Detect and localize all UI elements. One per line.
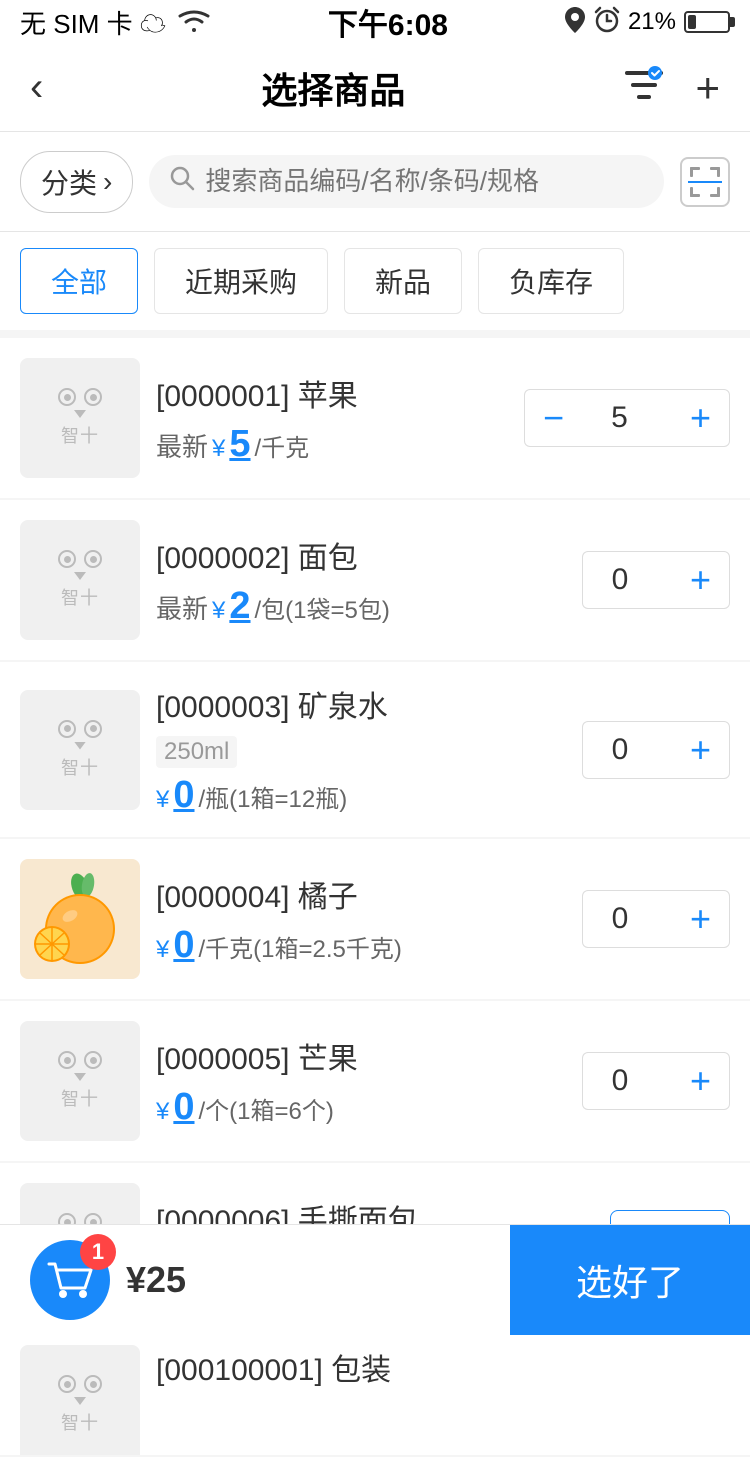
wifi-icon bbox=[176, 6, 212, 39]
tab-negative[interactable]: 负库存 bbox=[478, 248, 624, 314]
plus-button[interactable]: + bbox=[672, 1052, 730, 1110]
product-qty: + bbox=[582, 721, 730, 779]
status-right: 21% bbox=[564, 5, 730, 40]
confirm-button[interactable]: 选好了 bbox=[510, 1225, 750, 1335]
qty-input[interactable] bbox=[582, 389, 672, 447]
add-button[interactable]: + bbox=[695, 64, 720, 112]
plus-button[interactable]: + bbox=[672, 551, 730, 609]
list-item: 智十 [0000001] 苹果 最新 ¥ 5 /千克 − + bbox=[0, 338, 750, 498]
product-name: [0000001] 苹果 bbox=[156, 371, 508, 415]
status-bar: 无 SIM 卡 ☁ 下午6:08 21% bbox=[0, 0, 750, 44]
product-info: [0000003] 矿泉水 250ml ¥ 0 /瓶(1箱=12瓶) bbox=[140, 682, 582, 817]
bottom-bar: 1 ¥25 选好了 bbox=[0, 1224, 750, 1334]
product-qty: + bbox=[582, 1052, 730, 1110]
nav-actions: + bbox=[623, 64, 720, 112]
product-price: 最新 ¥ 2 /包(1袋=5包) bbox=[156, 585, 566, 628]
product-spec: 250ml bbox=[156, 736, 237, 768]
nav-bar: ‹ 选择商品 + bbox=[0, 44, 750, 132]
tab-new[interactable]: 新品 bbox=[344, 248, 462, 314]
filter-icon[interactable] bbox=[623, 65, 665, 110]
scan-icon[interactable] bbox=[680, 157, 730, 207]
cart-area: 1 ¥25 bbox=[0, 1240, 510, 1320]
list-item: 智十 [0000005] 芒果 ¥ 0 /个(1箱=6个) + bbox=[0, 1001, 750, 1161]
product-qty: + bbox=[582, 551, 730, 609]
battery-icon bbox=[684, 11, 730, 33]
cart-total: ¥25 bbox=[126, 1259, 186, 1301]
tab-all[interactable]: 全部 bbox=[20, 248, 138, 314]
battery-percentage: 21% bbox=[628, 8, 676, 36]
filter-tabs: 全部 近期采购 新品 负库存 bbox=[0, 232, 750, 338]
plus-button[interactable]: + bbox=[672, 890, 730, 948]
product-image: 智十 bbox=[20, 1345, 140, 1455]
category-button[interactable]: 分类 › bbox=[20, 151, 133, 213]
product-qty: + bbox=[582, 890, 730, 948]
product-price: ¥ 0 /千克(1箱=2.5千克) bbox=[156, 924, 566, 967]
product-info: [0000002] 面包 最新 ¥ 2 /包(1袋=5包) bbox=[140, 533, 582, 628]
list-item: 智十 [000100001] 包装 bbox=[0, 1325, 750, 1455]
product-info: [0000001] 苹果 最新 ¥ 5 /千克 bbox=[140, 371, 524, 466]
product-info: [000100001] 包装 bbox=[140, 1345, 730, 1397]
product-price: ¥ 0 /个(1箱=6个) bbox=[156, 1086, 566, 1129]
category-arrow-icon: › bbox=[103, 166, 112, 198]
list-item: [0000004] 橘子 ¥ 0 /千克(1箱=2.5千克) + bbox=[0, 839, 750, 999]
product-image: 智十 bbox=[20, 690, 140, 810]
tab-recent[interactable]: 近期采购 bbox=[154, 248, 328, 314]
qty-input[interactable] bbox=[582, 721, 672, 779]
location-icon bbox=[564, 5, 586, 40]
status-left: 无 SIM 卡 ☁ bbox=[20, 4, 212, 41]
product-image: 智十 bbox=[20, 1021, 140, 1141]
category-label: 分类 bbox=[41, 162, 97, 202]
qty-input[interactable] bbox=[582, 1052, 672, 1110]
alarm-icon bbox=[594, 5, 620, 40]
qty-input[interactable] bbox=[582, 551, 672, 609]
product-name: [0000005] 芒果 bbox=[156, 1034, 566, 1078]
search-icon bbox=[169, 165, 195, 198]
plus-button[interactable]: + bbox=[672, 389, 730, 447]
search-input-wrap[interactable] bbox=[149, 155, 664, 208]
product-name: [000100001] 包装 bbox=[156, 1345, 714, 1389]
cart-button[interactable]: 1 bbox=[30, 1240, 110, 1320]
product-info: [0000005] 芒果 ¥ 0 /个(1箱=6个) bbox=[140, 1034, 582, 1129]
cart-badge: 1 bbox=[80, 1234, 116, 1270]
search-input[interactable] bbox=[205, 166, 644, 197]
product-qty: − + bbox=[524, 389, 730, 447]
qty-input[interactable] bbox=[582, 890, 672, 948]
sim-status: 无 SIM 卡 ☁ bbox=[20, 4, 166, 41]
product-price: ¥ 0 /瓶(1箱=12瓶) bbox=[156, 774, 566, 817]
plus-button[interactable]: + bbox=[672, 721, 730, 779]
minus-button[interactable]: − bbox=[524, 389, 582, 447]
list-item: 智十 [0000002] 面包 最新 ¥ 2 /包(1袋=5包) + bbox=[0, 500, 750, 660]
product-name: [0000004] 橘子 bbox=[156, 872, 566, 916]
owl-logo: 智十 bbox=[58, 1375, 102, 1435]
back-button[interactable]: ‹ bbox=[30, 65, 43, 110]
status-time: 下午6:08 bbox=[328, 0, 448, 44]
owl-logo: 智十 bbox=[58, 550, 102, 610]
product-image bbox=[20, 859, 140, 979]
product-name: [0000002] 面包 bbox=[156, 533, 566, 577]
owl-logo: 智十 bbox=[58, 388, 102, 448]
product-info: [0000004] 橘子 ¥ 0 /千克(1箱=2.5千克) bbox=[140, 872, 582, 967]
product-name: [0000003] 矿泉水 bbox=[156, 682, 566, 726]
page-title: 选择商品 bbox=[261, 62, 405, 114]
owl-logo: 智十 bbox=[58, 1051, 102, 1111]
product-image: 智十 bbox=[20, 520, 140, 640]
search-bar: 分类 › bbox=[0, 132, 750, 232]
list-item: 智十 [0000003] 矿泉水 250ml ¥ 0 /瓶(1箱=12瓶) + bbox=[0, 662, 750, 837]
owl-logo: 智十 bbox=[58, 720, 102, 780]
product-price: 最新 ¥ 5 /千克 bbox=[156, 423, 508, 466]
product-image: 智十 bbox=[20, 358, 140, 478]
